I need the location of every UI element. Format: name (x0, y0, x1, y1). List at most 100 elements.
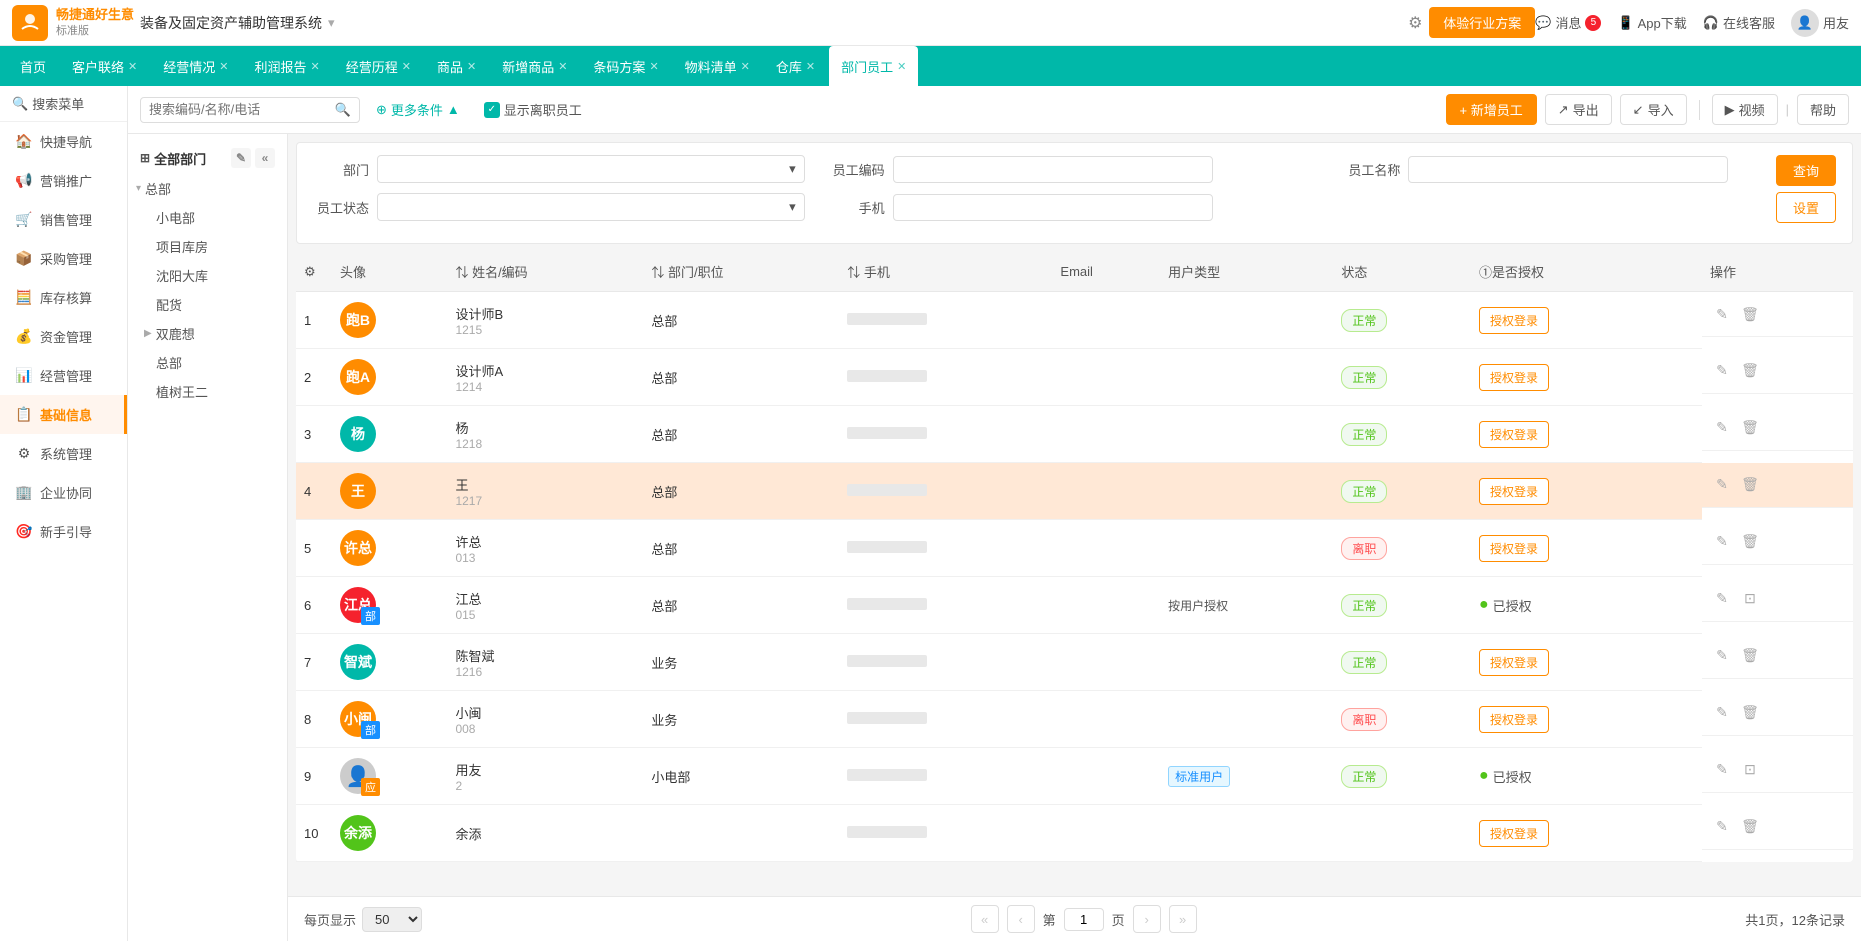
sidebar-item-quick-nav[interactable]: 🏠 快捷导航 (0, 122, 127, 161)
more-conditions-button[interactable]: ⊕ 更多条件 ▲ (368, 96, 468, 123)
import-button[interactable]: ↙ 导入 (1620, 94, 1687, 125)
tree-item-shenyang[interactable]: 沈阳大库 (128, 261, 287, 290)
nav-item-employees[interactable]: 部门员工✕ (829, 46, 918, 86)
sidebar-search[interactable]: 🔍 搜索菜单 (0, 86, 127, 122)
next-page-button[interactable]: › (1133, 905, 1161, 933)
nav-item-goods[interactable]: 商品✕ (425, 46, 488, 86)
tree-item-project[interactable]: 项目库房 (128, 232, 287, 261)
tree-edit-button[interactable]: ✎ (231, 148, 251, 168)
close-icon[interactable]: ✕ (558, 60, 567, 73)
auth-login-button[interactable]: 授权登录 (1479, 364, 1549, 391)
copy-button[interactable]: ⊡ (1738, 758, 1762, 782)
sidebar-item-purchase[interactable]: 📦 采购管理 (0, 239, 127, 278)
auth-login-button[interactable]: 授权登录 (1479, 478, 1549, 505)
set-button[interactable]: 设置 (1776, 192, 1836, 223)
auth-login-button[interactable]: 授权登录 (1479, 706, 1549, 733)
first-page-button[interactable]: « (971, 905, 999, 933)
tree-collapse-button[interactable]: « (255, 148, 275, 168)
video-button[interactable]: ▶ 视频 (1712, 94, 1778, 125)
page-size-select[interactable]: 50 100 200 (362, 907, 422, 932)
edit-button[interactable]: ✎ (1710, 701, 1734, 725)
edit-button[interactable]: ✎ (1710, 587, 1734, 611)
edit-button[interactable]: ✎ (1710, 530, 1734, 554)
app-download-button[interactable]: 📱 App下载 (1617, 13, 1686, 32)
add-employee-button[interactable]: + 新增员工 (1446, 94, 1537, 125)
phone-input[interactable] (893, 194, 1213, 221)
tree-item-distribution[interactable]: 配货 (128, 290, 287, 319)
delete-button[interactable]: 🗑 (1738, 302, 1762, 326)
close-icon[interactable]: ✕ (219, 60, 228, 73)
delete-button[interactable]: 🗑 (1738, 473, 1762, 497)
close-icon[interactable]: ✕ (649, 60, 658, 73)
close-icon[interactable]: ✕ (741, 60, 750, 73)
edit-button[interactable]: ✎ (1710, 302, 1734, 326)
nav-item-operation[interactable]: 经营情况✕ (151, 46, 240, 86)
sidebar-item-operation[interactable]: 📊 经营管理 (0, 356, 127, 395)
show-inactive-toggle[interactable]: ✓ 显示离职员工 (476, 96, 590, 123)
status-select[interactable]: ▾ (377, 193, 805, 221)
sidebar-item-marketing[interactable]: 📢 营销推广 (0, 161, 127, 200)
close-icon[interactable]: ✕ (128, 60, 137, 73)
user-menu[interactable]: 👤 用友 (1791, 9, 1849, 37)
page-number-input[interactable] (1064, 908, 1104, 931)
delete-button[interactable]: 🗑 (1738, 815, 1762, 839)
close-icon[interactable]: ✕ (806, 60, 815, 73)
tree-item-headquarter[interactable]: ▾ 总部 (128, 174, 287, 203)
dept-select[interactable]: ▾ (377, 155, 805, 183)
copy-button[interactable]: ⊡ (1738, 587, 1762, 611)
settings-icon[interactable]: ⚙ (304, 264, 316, 279)
prev-page-button[interactable]: ‹ (1007, 905, 1035, 933)
delete-button[interactable]: 🗑 (1738, 644, 1762, 668)
nav-item-profit[interactable]: 利润报告✕ (242, 46, 331, 86)
emp-name-input[interactable] (1408, 156, 1728, 183)
edit-button[interactable]: ✎ (1710, 473, 1734, 497)
nav-item-history[interactable]: 经营历程✕ (334, 46, 423, 86)
close-icon[interactable]: ✕ (897, 60, 906, 73)
gear-button[interactable]: ⚙ (1401, 9, 1429, 37)
dropdown-arrow-icon[interactable]: ▾ (328, 15, 335, 31)
tree-item-plant-king[interactable]: 植树王二 (128, 377, 287, 406)
emp-code-input[interactable] (893, 156, 1213, 183)
edit-button[interactable]: ✎ (1710, 815, 1734, 839)
tree-item-small-elec[interactable]: 小电部 (128, 203, 287, 232)
sidebar-item-basic[interactable]: 📋 基础信息 (0, 395, 127, 434)
last-page-button[interactable]: » (1169, 905, 1197, 933)
sidebar-item-guide[interactable]: 🎯 新手引导 (0, 512, 127, 551)
sidebar-item-corp[interactable]: 🏢 企业协同 (0, 473, 127, 512)
edit-button[interactable]: ✎ (1710, 644, 1734, 668)
tree-item-hq[interactable]: 总部 (128, 348, 287, 377)
sidebar-item-finance[interactable]: 💰 资金管理 (0, 317, 127, 356)
close-icon[interactable]: ✕ (467, 60, 476, 73)
auth-login-button[interactable]: 授权登录 (1479, 421, 1549, 448)
message-button[interactable]: 💬 消息 5 (1535, 13, 1601, 32)
query-button[interactable]: 查询 (1776, 155, 1836, 186)
close-icon[interactable]: ✕ (402, 60, 411, 73)
nav-item-add-goods[interactable]: 新增商品✕ (490, 46, 579, 86)
nav-item-warehouse[interactable]: 仓库✕ (764, 46, 827, 86)
nav-item-home[interactable]: 首页 (8, 46, 58, 86)
delete-button[interactable]: 🗑 (1738, 416, 1762, 440)
edit-button[interactable]: ✎ (1710, 416, 1734, 440)
delete-button[interactable]: 🗑 (1738, 701, 1762, 725)
nav-item-customer[interactable]: 客户联络✕ (60, 46, 149, 86)
edit-button[interactable]: ✎ (1710, 359, 1734, 383)
close-icon[interactable]: ✕ (311, 60, 320, 73)
auth-login-button[interactable]: 授权登录 (1479, 649, 1549, 676)
nav-item-barcode[interactable]: 条码方案✕ (581, 46, 670, 86)
online-service-button[interactable]: 🎧 在线客服 (1703, 13, 1775, 32)
auth-login-button[interactable]: 授权登录 (1479, 820, 1549, 847)
edit-button[interactable]: ✎ (1710, 758, 1734, 782)
sidebar-item-sales[interactable]: 🛒 销售管理 (0, 200, 127, 239)
sidebar-item-system[interactable]: ⚙ 系统管理 (0, 434, 127, 473)
delete-button[interactable]: 🗑 (1738, 530, 1762, 554)
search-submit-icon[interactable]: 🔍 (335, 102, 351, 118)
nav-item-bom[interactable]: 物料清单✕ (673, 46, 762, 86)
help-button[interactable]: 帮助 (1797, 94, 1849, 125)
export-button[interactable]: ↗ 导出 (1545, 94, 1612, 125)
auth-login-button[interactable]: 授权登录 (1479, 307, 1549, 334)
sidebar-item-inventory[interactable]: 🧮 库存核算 (0, 278, 127, 317)
auth-login-button[interactable]: 授权登录 (1479, 535, 1549, 562)
tree-item-double-deer[interactable]: ▶ 双鹿想 (128, 319, 287, 348)
search-input[interactable] (149, 102, 331, 117)
trial-button[interactable]: 体验行业方案 (1429, 7, 1535, 38)
